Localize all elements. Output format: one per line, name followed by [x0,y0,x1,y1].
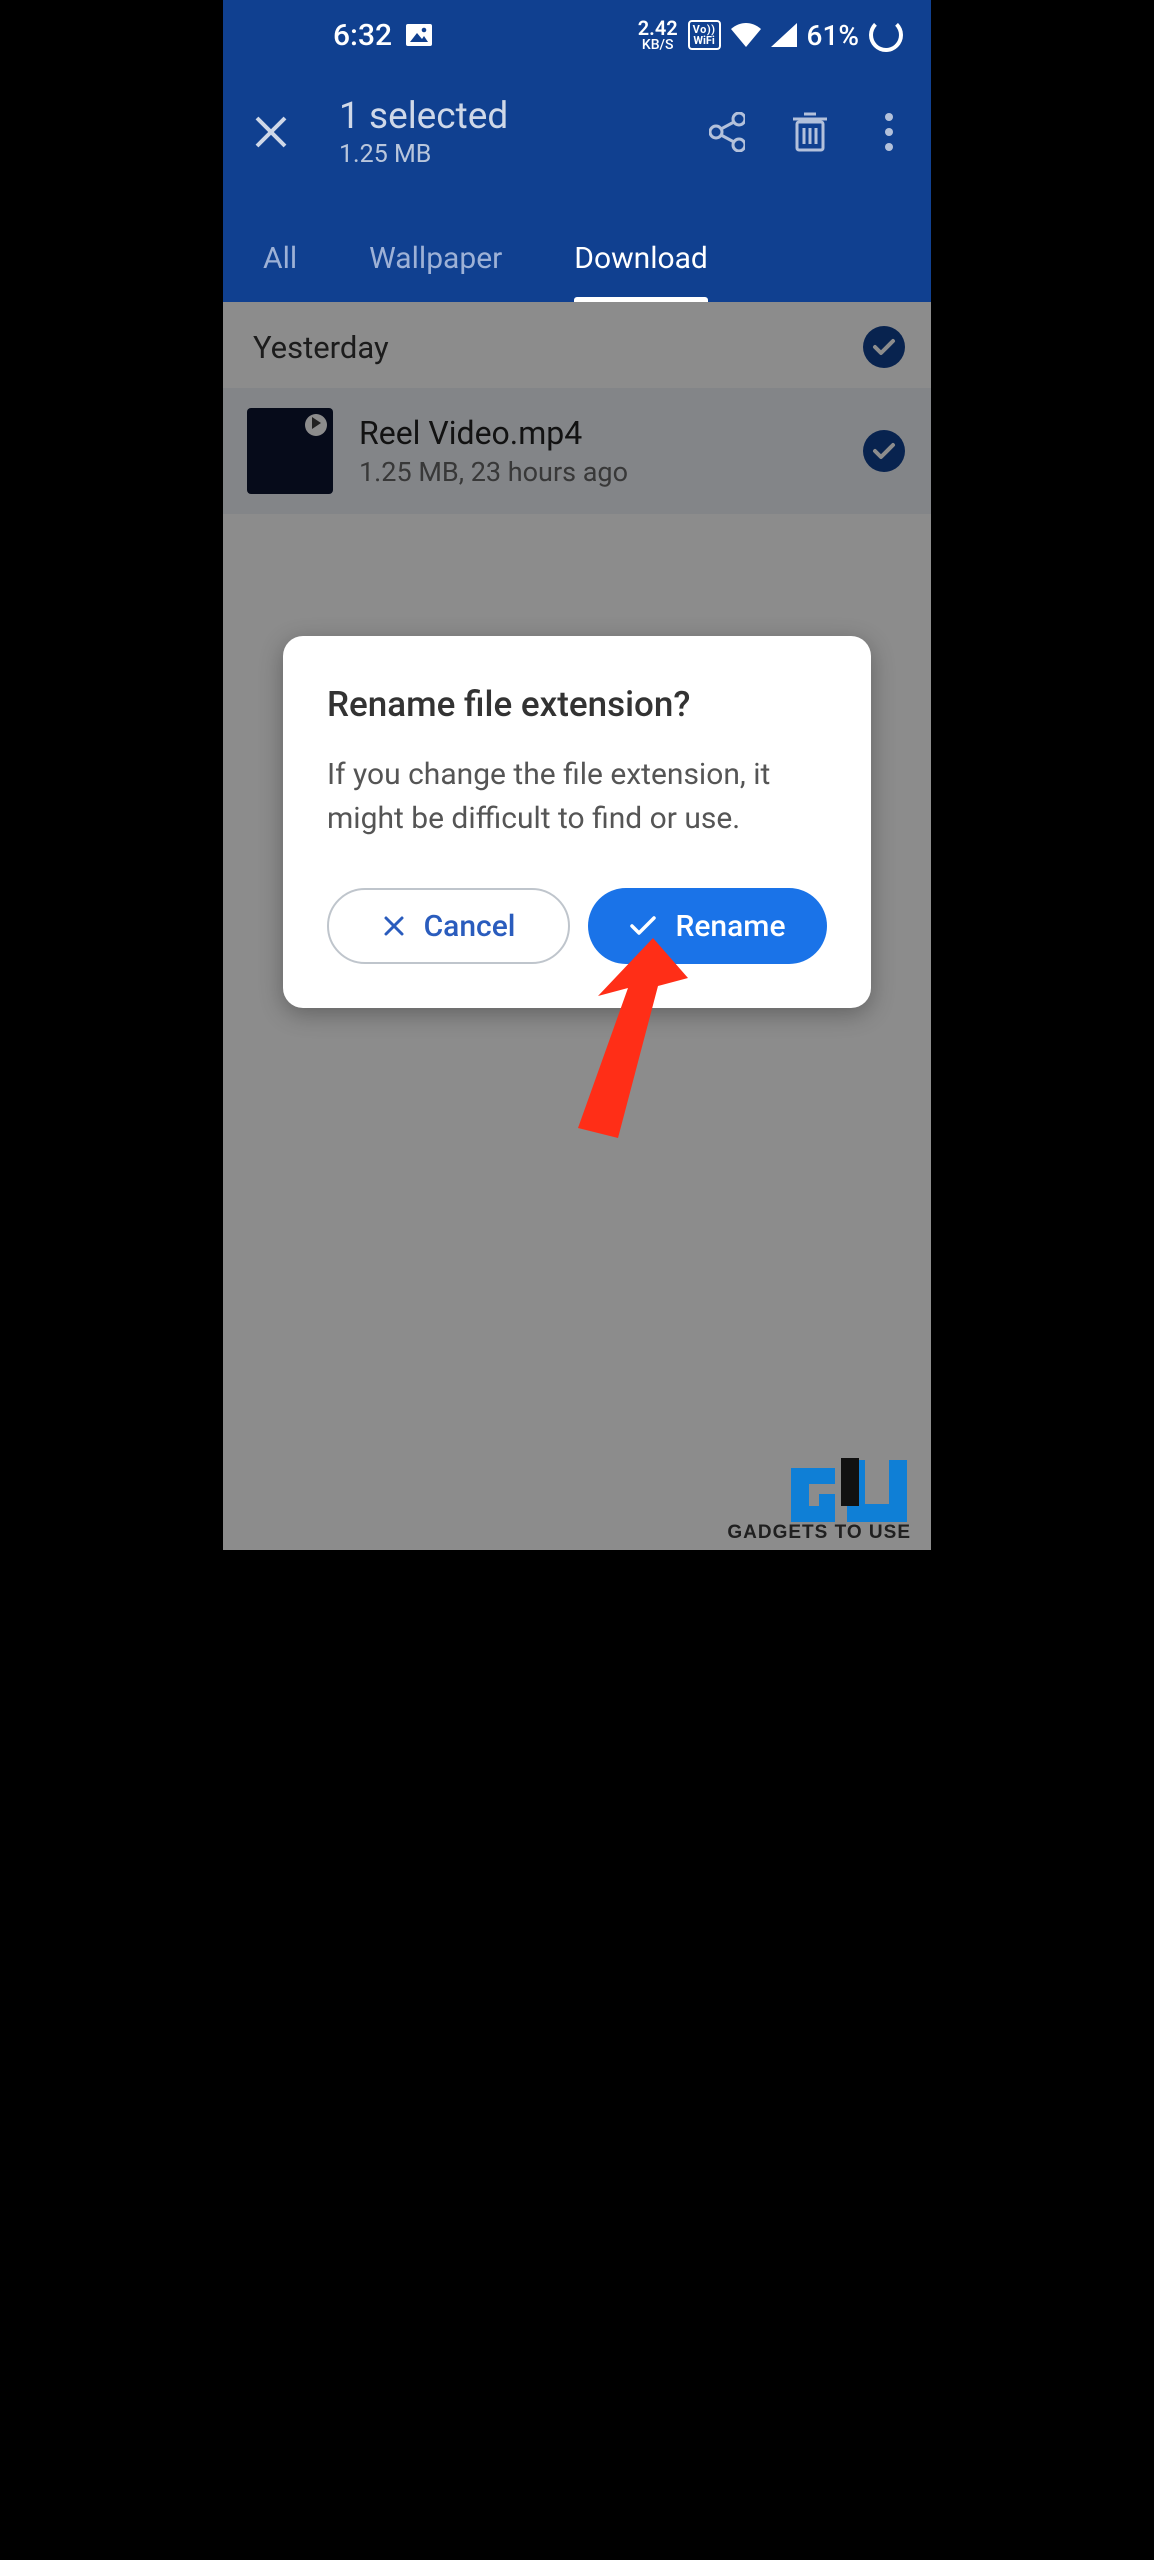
overflow-menu-button[interactable] [875,113,903,151]
status-bar: 6:32 2.42 KB/S Vo)) WiFi 61% [223,0,931,70]
selection-header: 1 selected 1.25 MB [223,70,931,194]
selected-size: 1.25 MB [339,140,709,169]
cancel-button[interactable]: Cancel [327,888,570,964]
delete-button[interactable] [793,112,827,152]
tab-all[interactable]: All [263,241,297,302]
screenshot-notification-icon [406,24,432,46]
play-overlay-icon [312,417,321,429]
wifi-icon [731,23,761,47]
cancel-button-label: Cancel [424,909,516,944]
watermark: GADGETS TO USE [727,1458,911,1544]
x-icon [382,914,406,938]
rename-button-label: Rename [675,909,785,944]
activity-spinner-icon [869,18,903,52]
tab-wallpaper[interactable]: Wallpaper [369,241,502,302]
check-icon [629,915,657,937]
vowifi-indicator: Vo)) WiFi [688,20,721,50]
rename-extension-dialog: Rename file extension? If you change the… [283,636,871,1008]
phone-screen: 6:32 2.42 KB/S Vo)) WiFi 61% [223,0,931,1550]
selected-count: 1 selected [339,95,709,138]
dialog-body: If you change the file extension, it mig… [327,753,827,840]
cellular-signal-icon [771,23,797,47]
status-time: 6:32 [333,18,392,53]
category-tabs: All Wallpaper Download [223,194,931,302]
watermark-logo [727,1458,911,1524]
close-selection-button[interactable] [251,112,291,152]
rename-button[interactable]: Rename [588,888,827,964]
data-speed-indicator: 2.42 KB/S [638,18,678,52]
battery-percentage: 61% [807,19,859,52]
watermark-text: GADGETS TO USE [727,1522,911,1544]
dialog-title: Rename file extension? [327,684,827,725]
tab-download[interactable]: Download [574,241,708,302]
share-button[interactable] [709,112,745,152]
